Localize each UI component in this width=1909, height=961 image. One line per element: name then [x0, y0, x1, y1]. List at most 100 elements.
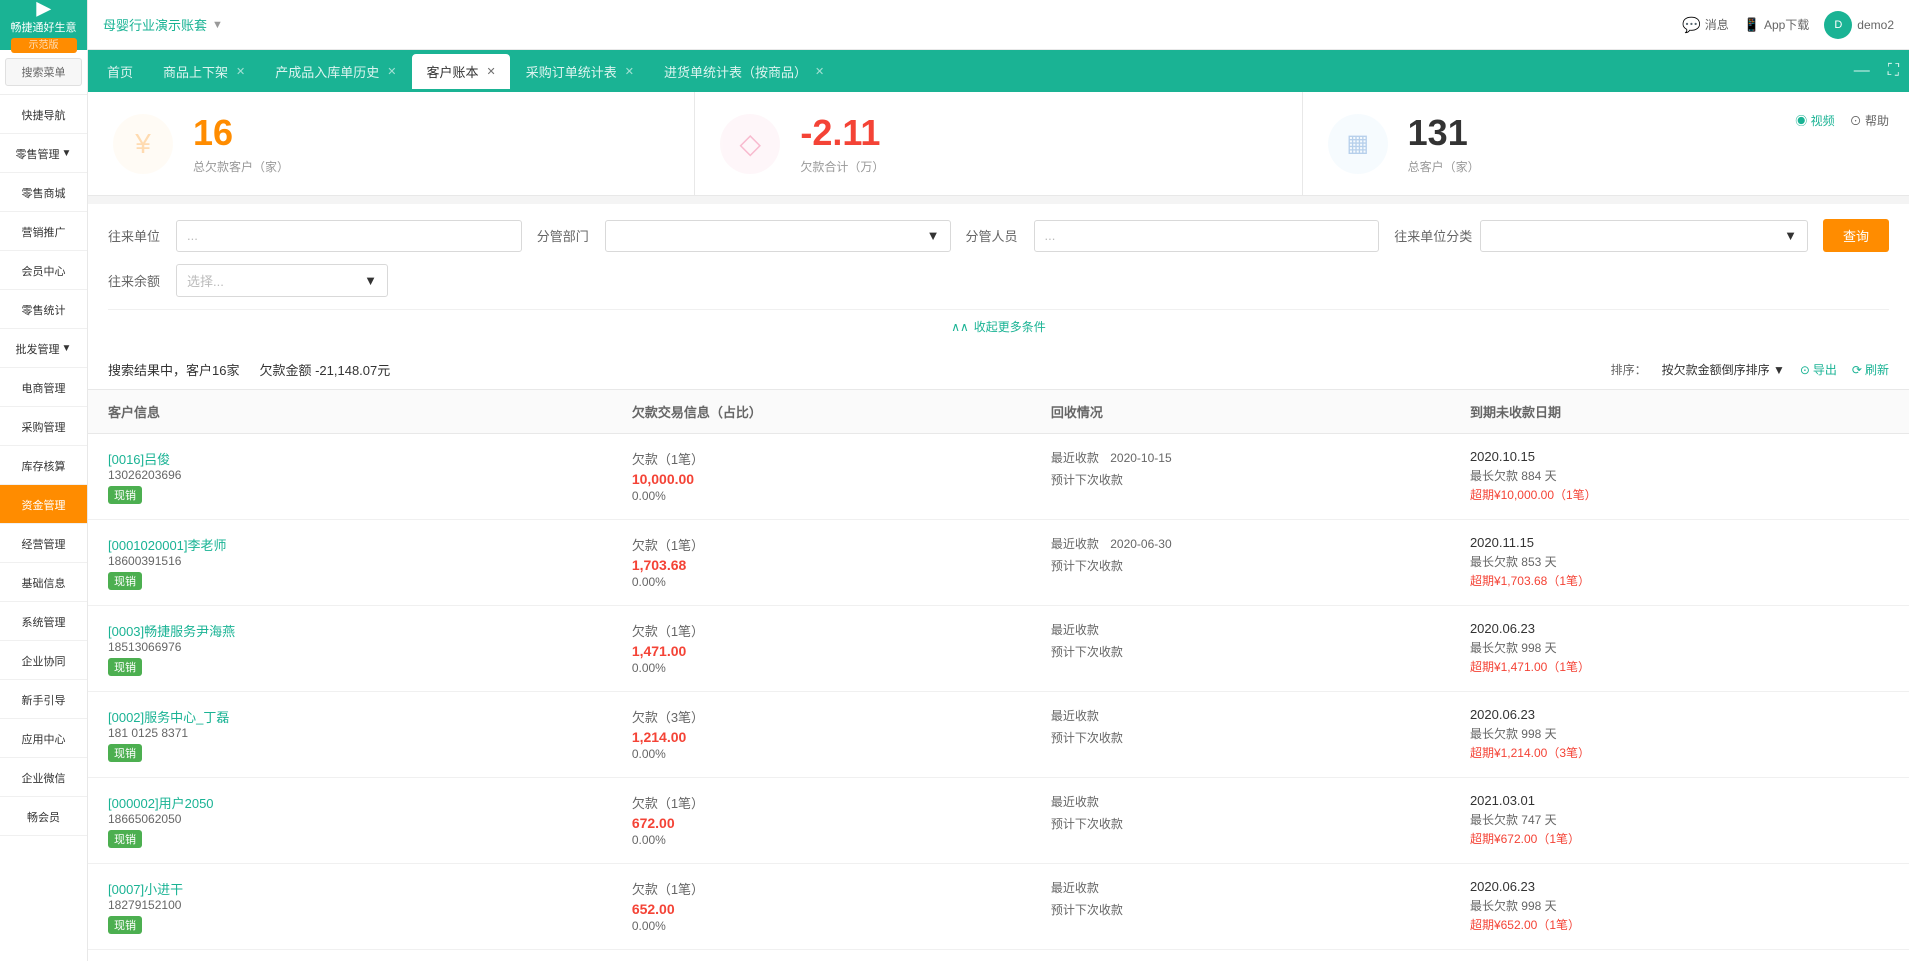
overdue-amount-2[interactable]: 超期¥1,471.00（1笔） [1470, 658, 1889, 675]
customer-id-0[interactable]: [0016]吕俊 [108, 449, 632, 468]
overdue-days-3: 最长欠款 998 天 [1470, 725, 1889, 742]
tab-product-status[interactable]: 商品上下架 ✕ [149, 54, 259, 89]
balance-select[interactable]: 选择... ▼ [176, 264, 388, 297]
sidebar-item-member[interactable]: 会员中心 [0, 251, 87, 290]
table-row: [0001020001]李老师 18600391516 现销 欠款（1笔） 1,… [88, 520, 1909, 606]
recent-payment-0: 最近收款 2020-10-15 [1051, 449, 1470, 466]
sidebar-item-retail-mall[interactable]: 零售商城 [0, 173, 87, 212]
sidebar-item-enterprise-wechat[interactable]: 企业微信 [0, 758, 87, 797]
chevron-down-icon: ▼ [62, 148, 72, 159]
customer-id-4[interactable]: [000002]用户2050 [108, 793, 632, 812]
topbar-left: 母婴行业演示账套 ▼ [103, 15, 223, 34]
customer-phone-5: 18279152100 [108, 898, 632, 912]
tab-close-icon[interactable]: ✕ [387, 65, 396, 78]
sidebar-item-quick-nav[interactable]: 快捷导航 [0, 95, 87, 134]
query-button[interactable]: 查询 [1823, 219, 1889, 252]
source-unit-placeholder: ... [187, 228, 198, 243]
overdue-amount-4[interactable]: 超期¥672.00（1笔） [1470, 830, 1889, 847]
search-menu-btn[interactable]: 搜索菜单 [5, 58, 82, 86]
user-menu-btn[interactable]: D demo2 [1824, 11, 1894, 39]
app-download-btn[interactable]: 📱 App下载 [1744, 16, 1810, 33]
customer-cell-1: [0001020001]李老师 18600391516 现销 [108, 535, 632, 590]
overdue-amount-1[interactable]: 超期¥1,703.68（1笔） [1470, 572, 1889, 589]
sidebar-item-retail-stats[interactable]: 零售统计 [0, 290, 87, 329]
overdue-amount-5[interactable]: 超期¥652.00（1笔） [1470, 916, 1889, 933]
debt-amount-1: 1,703.68 [632, 557, 1051, 573]
sidebar-item-inventory[interactable]: 库存核算 [0, 446, 87, 485]
sidebar-item-ecommerce[interactable]: 电商管理 [0, 368, 87, 407]
tab-maximize-btn[interactable]: ⛶ [1883, 60, 1904, 82]
collapse-label: 收起更多条件 [974, 318, 1046, 335]
manager-placeholder: ... [1045, 228, 1056, 243]
tab-close-icon[interactable]: ✕ [625, 65, 634, 78]
tab-home[interactable]: 首页 [93, 54, 147, 89]
customer-id-5[interactable]: [0007]小进干 [108, 879, 632, 898]
sidebar-item-collab[interactable]: 企业协同 [0, 641, 87, 680]
sidebar-item-marketing[interactable]: 营销推广 [0, 212, 87, 251]
stat-value-debt-customers: 16 [193, 112, 289, 154]
stat-icon-yuan: ¥ [113, 114, 173, 174]
sidebar-item-retail-mgmt[interactable]: 零售管理 ▼ [0, 134, 87, 173]
customer-id-3[interactable]: [0002]服务中心_丁磊 [108, 707, 632, 726]
debt-cell-3: 欠款（3笔） 1,214.00 0.00% [632, 707, 1051, 761]
tab-production-history[interactable]: 产成品入库单历史 ✕ [261, 54, 410, 89]
next-payment-4: 预计下次收款 [1051, 815, 1470, 832]
overdue-amount-3[interactable]: 超期¥1,214.00（3笔） [1470, 744, 1889, 761]
chevron-up-icon: ∧∧ [951, 320, 969, 334]
sidebar-item-app-center[interactable]: 应用中心 [0, 719, 87, 758]
tab-close-icon[interactable]: ✕ [487, 65, 496, 78]
sidebar-item-purchase[interactable]: 采购管理 [0, 407, 87, 446]
sidebar-search-section: 搜索菜单 [0, 50, 87, 95]
tab-close-icon[interactable]: ✕ [815, 65, 824, 78]
tab-close-icon[interactable]: ✕ [236, 65, 245, 78]
debt-count-2: 欠款（1笔） [632, 621, 1051, 640]
sort-value[interactable]: 按欠款金额倒序排序 ▼ [1662, 361, 1785, 378]
tab-customer-account[interactable]: 客户账本 ✕ [412, 54, 509, 89]
help-btn[interactable]: ⊙ 帮助 [1850, 112, 1889, 129]
filter-unit-type-label: 往来单位分类 [1394, 226, 1472, 245]
overdue-cell-3: 2020.06.23 最长欠款 998 天 超期¥1,214.00（3笔） [1470, 707, 1889, 761]
overdue-days-2: 最长欠款 998 天 [1470, 639, 1889, 656]
chevron-down-icon: ▼ [62, 343, 72, 354]
customer-phone-1: 18600391516 [108, 554, 632, 568]
debt-percent-2: 0.00% [632, 661, 1051, 675]
overdue-cell-5: 2020.06.23 最长欠款 998 天 超期¥652.00（1笔） [1470, 879, 1889, 933]
sidebar-item-newbie[interactable]: 新手引导 [0, 680, 87, 719]
message-btn[interactable]: 💬 消息 [1682, 16, 1729, 34]
sidebar-item-wholesale[interactable]: 批发管理 ▼ [0, 329, 87, 368]
refresh-btn[interactable]: ⟳ 刷新 [1852, 361, 1889, 378]
sidebar-item-operations[interactable]: 经营管理 [0, 524, 87, 563]
collapse-btn[interactable]: ∧∧ 收起更多条件 [108, 309, 1889, 335]
manager-input[interactable]: ... [1034, 220, 1380, 252]
tab-purchase-by-product[interactable]: 进货单统计表（按商品） ✕ [650, 54, 838, 89]
collection-cell-3: 最近收款 预计下次收款 [1051, 707, 1470, 746]
export-btn[interactable]: ⊙ 导出 [1800, 361, 1837, 378]
unit-type-select[interactable]: ▼ [1480, 220, 1808, 252]
source-unit-input[interactable]: ... [176, 220, 522, 252]
sidebar-item-chang-member[interactable]: 畅会员 [0, 797, 87, 836]
sidebar-item-finance[interactable]: 资金管理 [0, 485, 87, 524]
stat-icon-diamond: ◇ [720, 114, 780, 174]
collection-cell-2: 最近收款 预计下次收款 [1051, 621, 1470, 660]
video-btn[interactable]: ◉ 视频 [1795, 112, 1834, 129]
stat-label-total-customers: 总客户（家） [1408, 158, 1480, 175]
filter-unit-type: 往来单位分类 ▼ [1394, 220, 1808, 252]
sidebar: ▶ 畅捷通好生意 示范版 搜索菜单 快捷导航 零售管理 ▼ 零售商城 营销推广 … [0, 0, 88, 961]
overdue-cell-4: 2021.03.01 最长欠款 747 天 超期¥672.00（1笔） [1470, 793, 1889, 847]
dept-select[interactable]: ▼ [605, 220, 951, 252]
tab-purchase-stats[interactable]: 采购订单统计表 ✕ [512, 54, 648, 89]
sidebar-item-system[interactable]: 系统管理 [0, 602, 87, 641]
table-row: [0003]畅捷服务尹海燕 18513066976 现销 欠款（1笔） 1,47… [88, 606, 1909, 692]
customer-cell-4: [000002]用户2050 18665062050 现销 [108, 793, 632, 848]
stat-value-total-debt: -2.11 [800, 112, 884, 154]
customer-id-1[interactable]: [0001020001]李老师 [108, 535, 632, 554]
stat-info-debt-customers: 16 总欠款客户（家） [193, 112, 289, 175]
customer-badge-1: 现销 [108, 572, 142, 590]
stat-info-total-customers: 131 总客户（家） [1408, 112, 1480, 175]
overdue-amount-0[interactable]: 超期¥10,000.00（1笔） [1470, 486, 1889, 503]
customer-id-2[interactable]: [0003]畅捷服务尹海燕 [108, 621, 632, 640]
table-container: 客户信息 欠款交易信息（占比） 回收情况 到期未收款日期 [0016]吕俊 13… [88, 390, 1909, 961]
chevron-down-icon: ▼ [364, 273, 377, 288]
sidebar-item-basic-info[interactable]: 基础信息 [0, 563, 87, 602]
tab-minimize-btn[interactable]: — [1849, 60, 1875, 82]
